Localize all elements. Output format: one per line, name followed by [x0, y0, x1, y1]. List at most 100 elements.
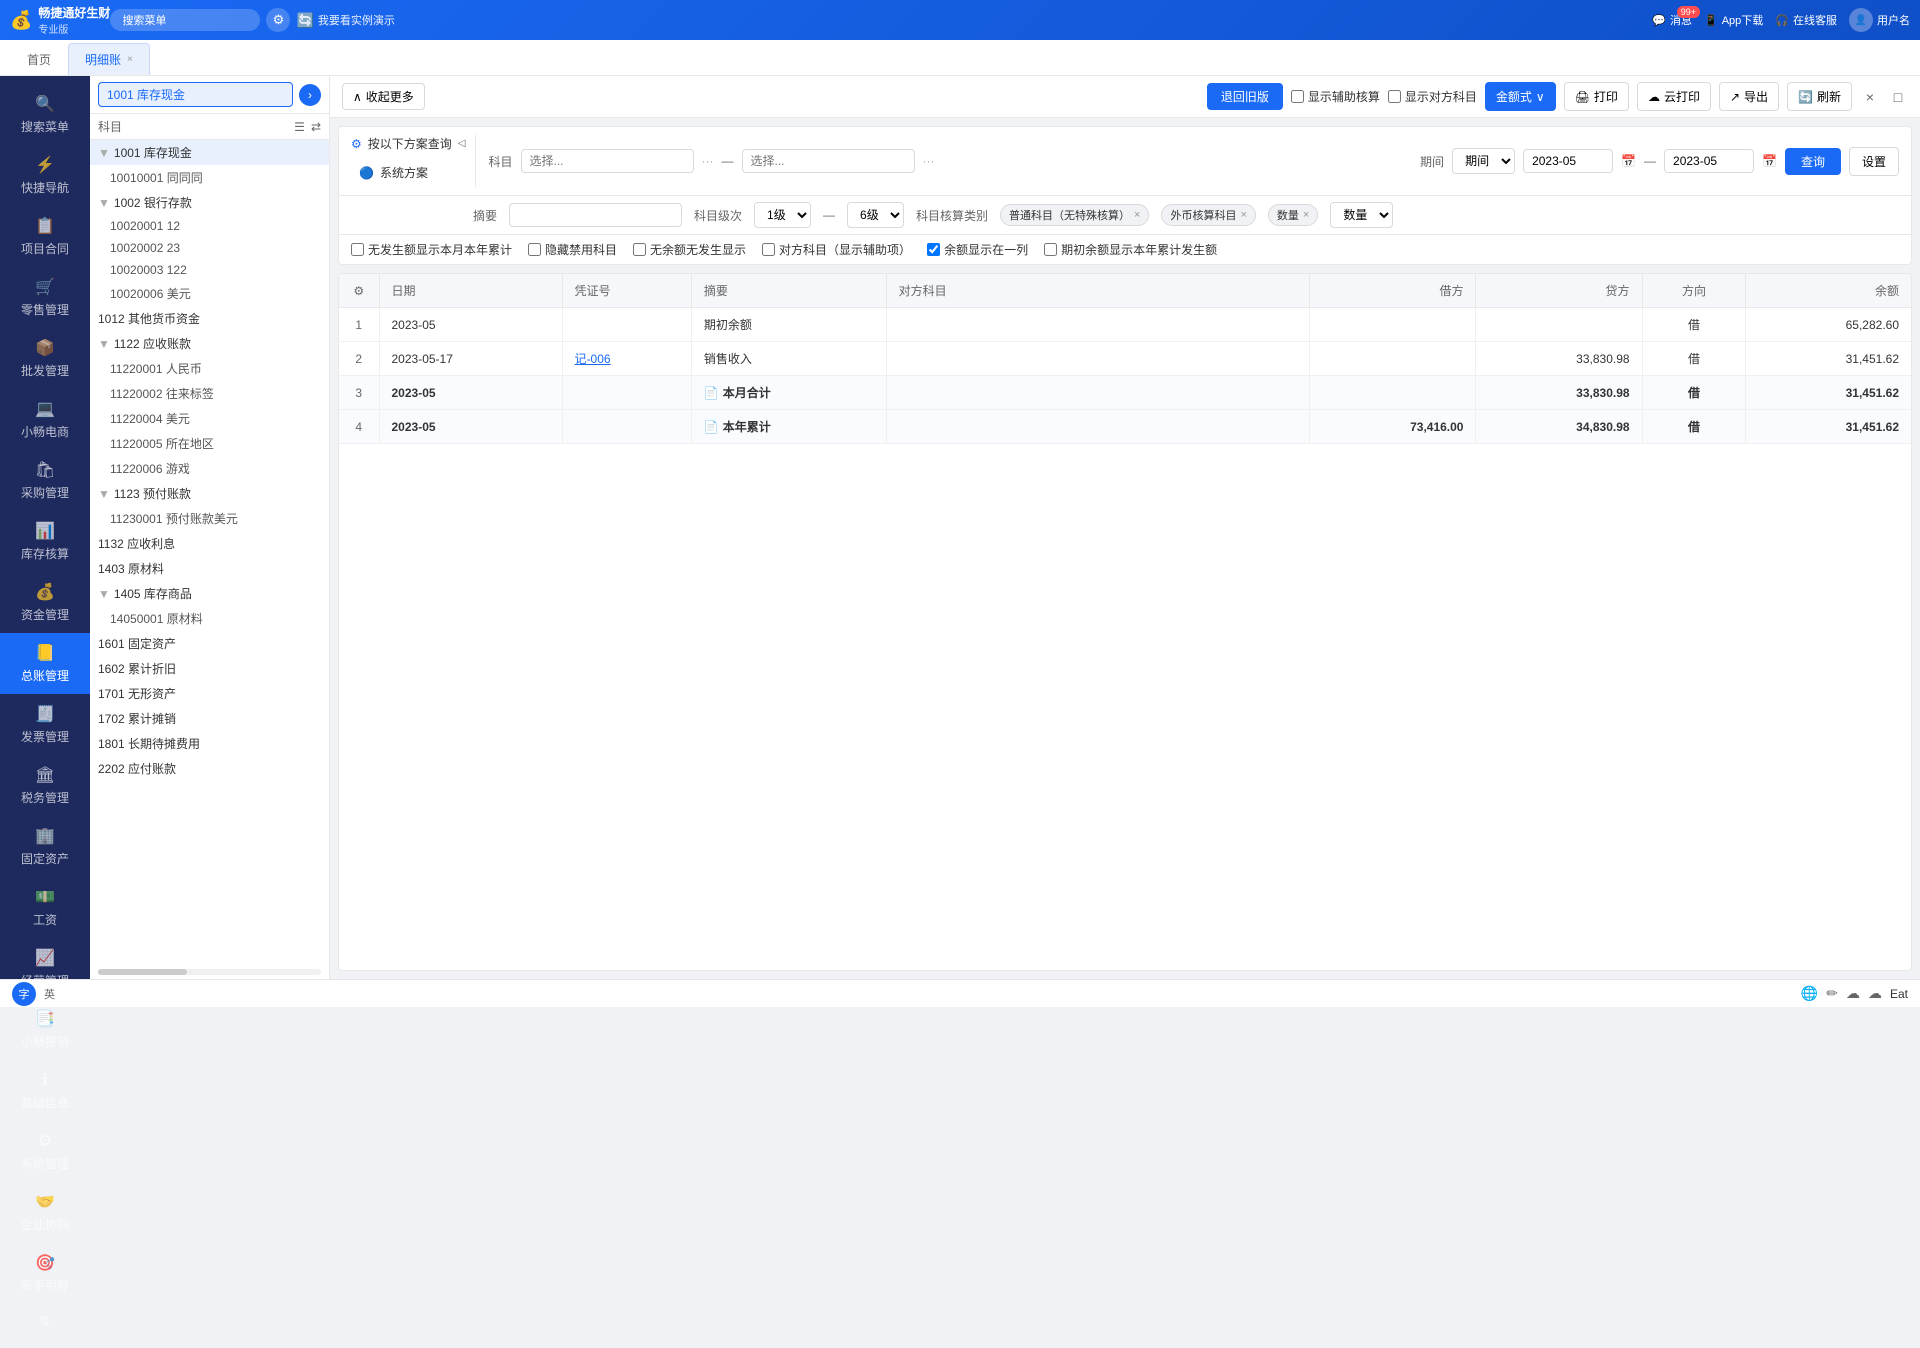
cloud-print-btn[interactable]: ☁ 云打印: [1637, 82, 1711, 111]
bottom-icon-1[interactable]: 🌐: [1801, 985, 1818, 1002]
account-2202[interactable]: 2202 应付账款: [90, 756, 329, 781]
bottom-icon-3[interactable]: ☁: [1846, 985, 1860, 1002]
account-10020001[interactable]: 10020001 12: [90, 215, 329, 237]
quantity-select[interactable]: 数量: [1330, 202, 1393, 228]
account-1001[interactable]: ▼1001 库存现金: [90, 140, 329, 165]
close-window-btn[interactable]: ×: [1860, 87, 1880, 107]
account-1002[interactable]: ▼1002 银行存款: [90, 190, 329, 215]
settings-btn[interactable]: 设置: [1849, 147, 1899, 176]
bottom-icon-2[interactable]: ✏: [1826, 985, 1838, 1002]
col-settings-icon[interactable]: ⚙: [353, 284, 364, 298]
account-1702[interactable]: 1702 累计摊销: [90, 706, 329, 731]
chevron-left-icon[interactable]: ◁: [458, 138, 466, 149]
online-service-btn[interactable]: 🎧 在线客服: [1775, 12, 1837, 28]
back-old-version-btn[interactable]: 退回旧版: [1207, 83, 1283, 110]
bottom-lang-icon[interactable]: 字: [12, 982, 36, 1006]
header-search-bar[interactable]: 搜索菜单: [110, 9, 260, 31]
sidebar-item-basic[interactable]: ℹ 基础信息: [0, 1060, 90, 1121]
account-11220004[interactable]: 11220004 美元: [90, 406, 329, 431]
bottom-icon-4[interactable]: ☁: [1868, 985, 1882, 1002]
sidebar-item-inventory[interactable]: 📊 库存核算: [0, 511, 90, 572]
period-end-input[interactable]: [1664, 149, 1754, 173]
export-btn[interactable]: ↗ 导出: [1719, 82, 1779, 111]
filter-settings-icon[interactable]: ⚙: [351, 137, 362, 151]
account-1801[interactable]: 1801 长期待摊费用: [90, 731, 329, 756]
sidebar-item-system[interactable]: ⚙ 系统管理: [0, 1121, 90, 1182]
remove-tag-1-btn[interactable]: ×: [1240, 209, 1246, 221]
sidebar-item-invoice[interactable]: 🧾 发票管理: [0, 694, 90, 755]
remove-tag-2-btn[interactable]: ×: [1303, 209, 1309, 221]
checkbox-balance-in-one[interactable]: 余额显示在一列: [927, 241, 1028, 258]
checkbox-no-balance-show[interactable]: 无余额无发生显示: [633, 241, 746, 258]
tab-close-btn[interactable]: ×: [127, 54, 133, 65]
amount-mode-btn[interactable]: 金额式 ∨: [1485, 82, 1556, 111]
app-download-btn[interactable]: 📱 App下载: [1704, 12, 1763, 28]
account-11220002[interactable]: 11220002 往来标签: [90, 381, 329, 406]
calendar-start-icon[interactable]: 📅: [1621, 154, 1636, 168]
voucher-link[interactable]: 记-006: [575, 352, 611, 366]
sidebar-item-finance[interactable]: 💰 资金管理: [0, 572, 90, 633]
more-btn[interactable]: ∧ 收起更多: [342, 83, 425, 110]
sidebar-item-payroll[interactable]: 💵 工资: [0, 877, 90, 938]
sidebar-item-ledger[interactable]: 📒 总账管理: [0, 633, 90, 694]
sidebar-item-cooperation[interactable]: 🤝 企业协同: [0, 1182, 90, 1243]
settings-icon[interactable]: ⚙: [266, 8, 290, 32]
sidebar-item-quick-nav[interactable]: ⚡ 快捷导航: [0, 145, 90, 206]
maximize-window-btn[interactable]: □: [1888, 87, 1908, 107]
system-scheme-item[interactable]: 🔵 系统方案: [351, 158, 465, 187]
sidebar-item-tax[interactable]: 🏛 税务管理: [0, 755, 90, 816]
subject-start-input[interactable]: [521, 149, 694, 173]
account-10010001[interactable]: 10010001 同同同: [90, 165, 329, 190]
sidebar-item-wholesale[interactable]: 📦 批发管理: [0, 328, 90, 389]
nav-next-arrow[interactable]: ›: [299, 84, 321, 106]
demo-link[interactable]: 🔄 我要看实例演示: [296, 12, 394, 29]
account-11230001[interactable]: 11230001 预付账款美元: [90, 506, 329, 531]
account-11220006[interactable]: 11220006 游戏: [90, 456, 329, 481]
account-10020006[interactable]: 10020006 美元: [90, 281, 329, 306]
subject-level-start-select[interactable]: 1级: [754, 202, 811, 228]
account-1132[interactable]: 1132 应收利息: [90, 531, 329, 556]
subject-level-end-select[interactable]: 6级: [847, 202, 904, 228]
query-btn[interactable]: 查询: [1785, 148, 1841, 175]
subject-end-input[interactable]: [742, 149, 915, 173]
account-1122[interactable]: ▼1122 应收账款: [90, 331, 329, 356]
tree-list-icon[interactable]: ☰: [294, 120, 305, 134]
show-opposite-checkbox[interactable]: 显示对方科目: [1388, 88, 1477, 105]
account-10020003[interactable]: 10020003 122: [90, 259, 329, 281]
sidebar-item-guide[interactable]: 🎯 新手引导: [0, 1243, 90, 1304]
user-area[interactable]: 👤 用户名: [1849, 8, 1910, 32]
show-aux-verify-checkbox[interactable]: 显示辅助核算: [1291, 88, 1380, 105]
calendar-end-icon[interactable]: 📅: [1762, 154, 1777, 168]
selected-account[interactable]: 1001 库存现金: [98, 82, 293, 107]
checkbox-hide-disabled[interactable]: 隐藏禁用科目: [528, 241, 617, 258]
checkbox-opposite-subject[interactable]: 对方科目（显示辅助项）: [762, 241, 911, 258]
print-btn[interactable]: 🖨 打印: [1564, 82, 1629, 111]
sidebar-item-project[interactable]: 📋 项目合同: [0, 206, 90, 267]
sidebar-item-search[interactable]: 🔍 搜索菜单: [0, 84, 90, 145]
account-1123[interactable]: ▼1123 预付账款: [90, 481, 329, 506]
message-btn[interactable]: 💬 消息 99+: [1652, 12, 1692, 28]
remove-tag-0-btn[interactable]: ×: [1134, 209, 1140, 221]
account-11220005[interactable]: 11220005 所在地区: [90, 431, 329, 456]
checkbox-no-balance[interactable]: 无发生额显示本月本年累计: [351, 241, 512, 258]
account-14050001[interactable]: 14050001 原材料: [90, 606, 329, 631]
sidebar-item-ecommerce[interactable]: 💻 小畅电商: [0, 389, 90, 450]
tab-home[interactable]: 首页: [10, 43, 68, 75]
account-1701[interactable]: 1701 无形资产: [90, 681, 329, 706]
bottom-lang-label[interactable]: 英: [44, 986, 55, 1002]
period-start-input[interactable]: [1523, 149, 1613, 173]
period-mode-select[interactable]: 期间: [1452, 148, 1515, 174]
account-1602[interactable]: 1602 累计折旧: [90, 656, 329, 681]
sidebar-settings-btn[interactable]: ⚙: [36, 1304, 55, 1338]
horizontal-scroll[interactable]: [98, 969, 321, 975]
refresh-btn[interactable]: 🔄 刷新: [1787, 82, 1852, 111]
tree-expand-icon[interactable]: ⇄: [311, 120, 321, 134]
tab-detail[interactable]: 明细账 ×: [68, 43, 150, 75]
sidebar-item-sales-report[interactable]: 📑 小畅报销: [0, 999, 90, 1060]
account-11220001[interactable]: 11220001 人民币: [90, 356, 329, 381]
account-1601[interactable]: 1601 固定资产: [90, 631, 329, 656]
checkbox-opening-balance[interactable]: 期初余额显示本年累计发生额: [1044, 241, 1217, 258]
sidebar-item-retail[interactable]: 🛒 零售管理: [0, 267, 90, 328]
account-1403[interactable]: 1403 原材料: [90, 556, 329, 581]
summary-input[interactable]: [509, 203, 682, 227]
